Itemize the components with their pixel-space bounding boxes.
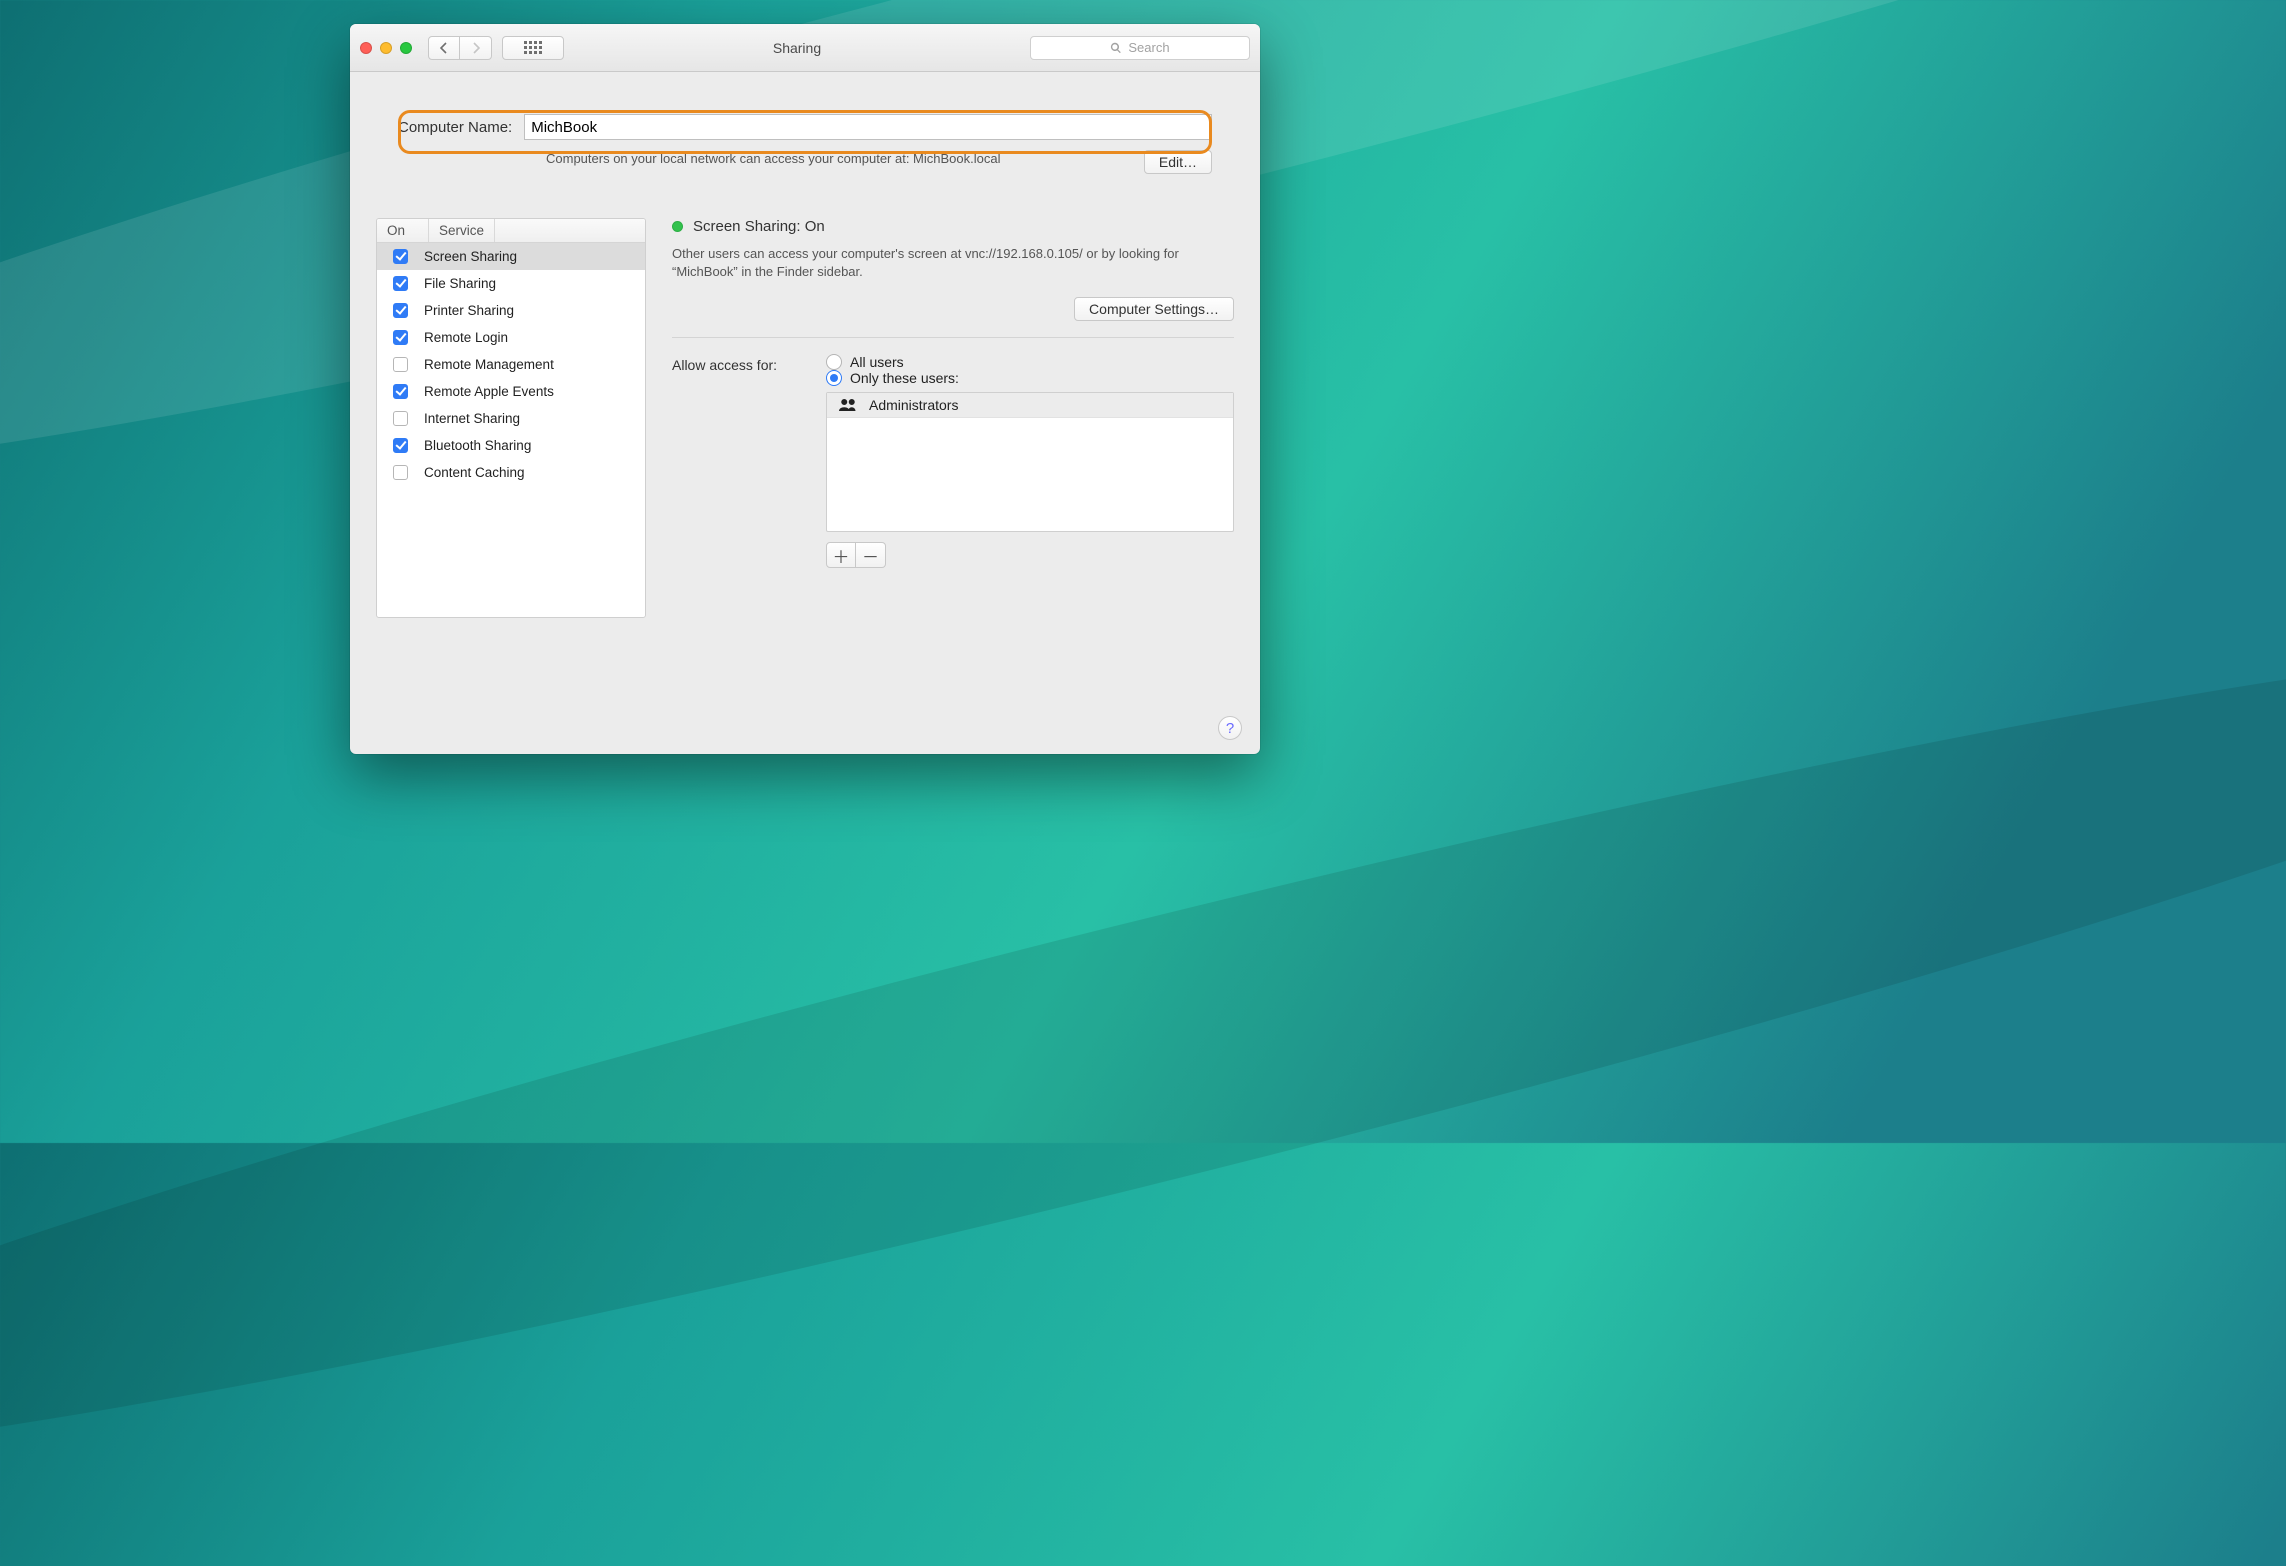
nav-segment: [428, 36, 492, 60]
services-table: On Service Screen Sharing File Sharing Pri…: [376, 218, 646, 618]
add-user-button[interactable]: ＋: [826, 542, 856, 568]
service-label: Content Caching: [424, 465, 525, 480]
radio-label: Only these users:: [850, 370, 959, 386]
services-header: On Service: [377, 219, 645, 243]
toolbar: Sharing Search: [350, 24, 1260, 72]
service-detail: Screen Sharing: On Other users can acces…: [672, 218, 1234, 618]
service-label: File Sharing: [424, 276, 496, 291]
access-radio-row[interactable]: All users: [826, 354, 1234, 370]
service-label: Screen Sharing: [424, 249, 517, 264]
services-col-service[interactable]: Service: [429, 219, 495, 242]
access-radio-row[interactable]: Only these users:: [826, 370, 1234, 386]
radio-button[interactable]: [826, 370, 842, 386]
show-all-button[interactable]: [502, 36, 564, 60]
divider: [672, 337, 1234, 338]
minimize-window-button[interactable]: [380, 42, 392, 54]
users-icon: [839, 398, 857, 412]
window-title: Sharing: [574, 40, 1020, 56]
service-row[interactable]: Remote Login: [377, 324, 645, 351]
user-label: Administrators: [869, 397, 958, 413]
window-controls: [360, 42, 412, 54]
status-row: Screen Sharing: On: [672, 218, 1234, 235]
radio-label: All users: [850, 354, 904, 370]
status-title: Screen Sharing: On: [693, 218, 825, 235]
back-button[interactable]: [428, 36, 460, 60]
radio-button[interactable]: [826, 354, 842, 370]
status-description: Other users can access your computer's s…: [672, 245, 1234, 281]
allowed-users-list[interactable]: Administrators: [826, 392, 1234, 532]
computer-name-label: Computer Name:: [398, 119, 512, 136]
service-row[interactable]: Screen Sharing: [377, 243, 645, 270]
user-item[interactable]: Administrators: [827, 393, 1233, 418]
plus-icon: ＋: [833, 543, 850, 568]
minus-icon: －: [862, 543, 879, 568]
grid-icon: [524, 41, 542, 54]
zoom-window-button[interactable]: [400, 42, 412, 54]
remove-user-button[interactable]: －: [856, 542, 886, 568]
chevron-left-icon: [440, 42, 448, 54]
service-row[interactable]: Remote Apple Events: [377, 378, 645, 405]
service-row[interactable]: Remote Management: [377, 351, 645, 378]
service-label: Internet Sharing: [424, 411, 520, 426]
close-window-button[interactable]: [360, 42, 372, 54]
access-label: Allow access for:: [672, 354, 820, 373]
service-checkbox[interactable]: [393, 465, 408, 480]
forward-button[interactable]: [460, 36, 492, 60]
computer-name-subtext: Computers on your local network can acce…: [546, 150, 1132, 174]
service-label: Remote Apple Events: [424, 384, 554, 399]
access-section: Allow access for: All usersOnly these us…: [672, 354, 1234, 568]
service-checkbox[interactable]: [393, 330, 408, 345]
service-checkbox[interactable]: [393, 438, 408, 453]
edit-hostname-button[interactable]: Edit…: [1144, 150, 1212, 174]
search-icon: [1110, 42, 1122, 54]
service-checkbox[interactable]: [393, 384, 408, 399]
service-label: Printer Sharing: [424, 303, 514, 318]
help-button[interactable]: ?: [1218, 716, 1242, 740]
service-checkbox[interactable]: [393, 357, 408, 372]
search-placeholder: Search: [1128, 40, 1169, 55]
user-add-remove-segment: ＋ －: [826, 542, 1234, 568]
help-icon: ?: [1226, 720, 1234, 737]
computer-name-row: Computer Name:: [398, 114, 1212, 140]
service-row[interactable]: Internet Sharing: [377, 405, 645, 432]
chevron-right-icon: [472, 42, 480, 54]
computer-name-subtext-row: Computers on your local network can acce…: [546, 150, 1212, 174]
pane-body: Computer Name: Computers on your local n…: [350, 72, 1260, 754]
computer-settings-button[interactable]: Computer Settings…: [1074, 297, 1234, 321]
services-col-on[interactable]: On: [377, 219, 429, 242]
service-checkbox[interactable]: [393, 249, 408, 264]
service-label: Bluetooth Sharing: [424, 438, 531, 453]
service-label: Remote Login: [424, 330, 508, 345]
computer-name-input[interactable]: [524, 114, 1212, 140]
service-checkbox[interactable]: [393, 411, 408, 426]
service-row[interactable]: Bluetooth Sharing: [377, 432, 645, 459]
service-checkbox[interactable]: [393, 276, 408, 291]
service-row[interactable]: Content Caching: [377, 459, 645, 486]
service-checkbox[interactable]: [393, 303, 408, 318]
service-row[interactable]: File Sharing: [377, 270, 645, 297]
service-label: Remote Management: [424, 357, 554, 372]
search-field[interactable]: Search: [1030, 36, 1250, 60]
sharing-preferences-window: Sharing Search Computer Name: Computers …: [350, 24, 1260, 754]
service-row[interactable]: Printer Sharing: [377, 297, 645, 324]
status-led-icon: [672, 221, 683, 232]
